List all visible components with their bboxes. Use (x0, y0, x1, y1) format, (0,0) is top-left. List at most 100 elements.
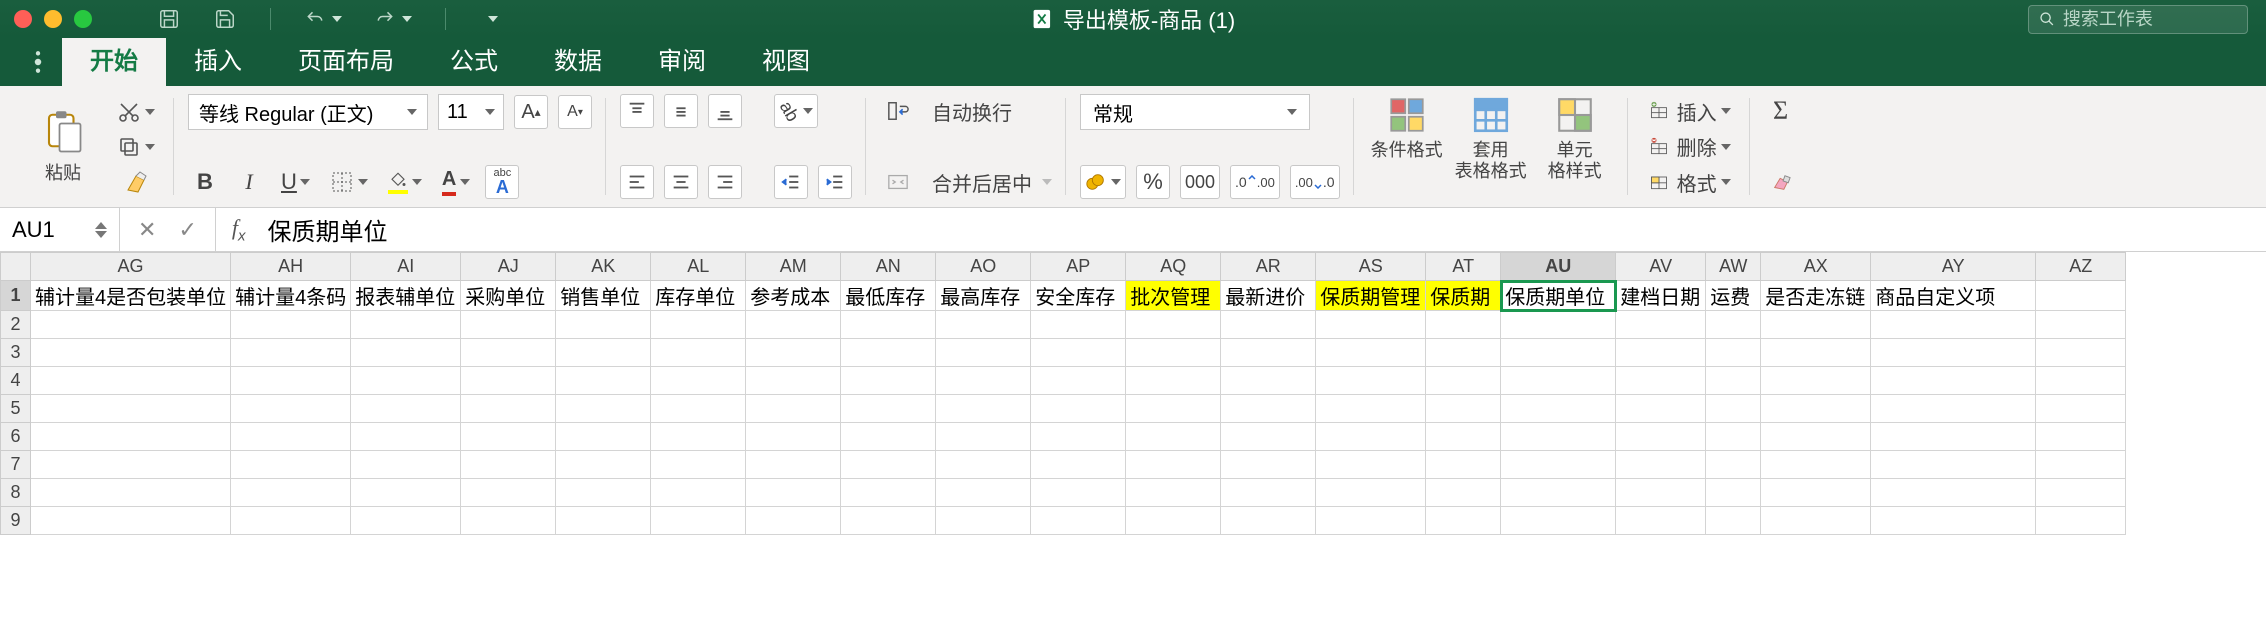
cell-AT8[interactable] (1426, 479, 1501, 507)
cell-AP9[interactable] (1031, 507, 1126, 535)
cell-AW1[interactable]: 运费 (1706, 281, 1761, 311)
increase-decimal-button[interactable]: .0.00 (1230, 165, 1280, 199)
search-sheet-box[interactable] (2028, 5, 2248, 34)
cell-AX1[interactable]: 是否走冻链 (1761, 281, 1871, 311)
align-left-button[interactable] (620, 165, 654, 199)
close-window-button[interactable] (14, 10, 32, 28)
col-header-AI[interactable]: AI (351, 253, 461, 281)
cell-AY3[interactable] (1871, 339, 2036, 367)
cell-AP5[interactable] (1031, 395, 1126, 423)
cell-AL5[interactable] (651, 395, 746, 423)
cell-AU4[interactable] (1501, 367, 1616, 395)
tab-插入[interactable]: 插入 (166, 31, 270, 86)
cell-AP8[interactable] (1031, 479, 1126, 507)
cell-AO6[interactable] (936, 423, 1031, 451)
cell-AV3[interactable] (1616, 339, 1706, 367)
delete-cells-button[interactable]: 删除 (1642, 130, 1736, 164)
cancel-formula-button[interactable]: ✕ (138, 217, 156, 243)
row-header-8[interactable]: 8 (1, 479, 31, 507)
decrease-decimal-button[interactable]: .00.0 (1290, 165, 1340, 199)
cell-AK1[interactable]: 销售单位 (556, 281, 651, 311)
cell-AW2[interactable] (1706, 311, 1761, 339)
tab-页面布局[interactable]: 页面布局 (270, 31, 422, 86)
cell-AT3[interactable] (1426, 339, 1501, 367)
decrease-font-button[interactable]: A▾ (558, 95, 592, 129)
cell-AR2[interactable] (1221, 311, 1316, 339)
cell-AX3[interactable] (1761, 339, 1871, 367)
cell-AW7[interactable] (1706, 451, 1761, 479)
col-header-AG[interactable]: AG (31, 253, 231, 281)
col-header-AW[interactable]: AW (1706, 253, 1761, 281)
apple-menu-button[interactable] (14, 38, 62, 86)
fx-label[interactable]: fx (216, 215, 262, 244)
cell-AI7[interactable] (351, 451, 461, 479)
col-header-AJ[interactable]: AJ (461, 253, 556, 281)
cell-AI2[interactable] (351, 311, 461, 339)
increase-indent-button[interactable] (818, 165, 852, 199)
cell-AP3[interactable] (1031, 339, 1126, 367)
cell-AU9[interactable] (1501, 507, 1616, 535)
col-header-AP[interactable]: AP (1031, 253, 1126, 281)
cell-AN3[interactable] (841, 339, 936, 367)
tab-数据[interactable]: 数据 (526, 31, 630, 86)
cell-AQ2[interactable] (1126, 311, 1221, 339)
cell-AQ4[interactable] (1126, 367, 1221, 395)
minimize-window-button[interactable] (44, 10, 62, 28)
cell-styles-button[interactable]: 单元 格样式 (1536, 94, 1614, 181)
cell-AX6[interactable] (1761, 423, 1871, 451)
cell-AJ3[interactable] (461, 339, 556, 367)
cell-AH3[interactable] (231, 339, 351, 367)
cell-AO7[interactable] (936, 451, 1031, 479)
name-box-stepper[interactable] (95, 222, 107, 238)
cell-AV6[interactable] (1616, 423, 1706, 451)
clear-button[interactable] (1764, 165, 1800, 199)
col-header-AX[interactable]: AX (1761, 253, 1871, 281)
search-sheet-input[interactable] (2063, 9, 2237, 30)
cell-AT6[interactable] (1426, 423, 1501, 451)
font-size-select[interactable]: 11 (438, 94, 504, 130)
cell-AL6[interactable] (651, 423, 746, 451)
currency-button[interactable] (1080, 165, 1126, 199)
col-header-AT[interactable]: AT (1426, 253, 1501, 281)
cell-AH4[interactable] (231, 367, 351, 395)
cell-AP2[interactable] (1031, 311, 1126, 339)
cell-AS1[interactable]: 保质期管理 (1316, 281, 1426, 311)
number-format-select[interactable]: 常规 (1080, 94, 1310, 130)
cell-AK3[interactable] (556, 339, 651, 367)
paste-button[interactable]: 粘贴 (24, 94, 102, 199)
cell-AS6[interactable] (1316, 423, 1426, 451)
cell-AY9[interactable] (1871, 507, 2036, 535)
save-icon[interactable] (208, 2, 242, 36)
cell-AM4[interactable] (746, 367, 841, 395)
cell-AN8[interactable] (841, 479, 936, 507)
cell-AZ2[interactable] (2036, 311, 2126, 339)
cell-AG9[interactable] (31, 507, 231, 535)
row-header-7[interactable]: 7 (1, 451, 31, 479)
cell-AY5[interactable] (1871, 395, 2036, 423)
cell-AQ3[interactable] (1126, 339, 1221, 367)
cell-AY2[interactable] (1871, 311, 2036, 339)
cell-AZ8[interactable] (2036, 479, 2126, 507)
align-bottom-button[interactable] (708, 94, 742, 128)
font-color-button[interactable]: A (437, 165, 475, 199)
cell-AN7[interactable] (841, 451, 936, 479)
cell-AP7[interactable] (1031, 451, 1126, 479)
cell-AO5[interactable] (936, 395, 1031, 423)
cell-AV8[interactable] (1616, 479, 1706, 507)
cell-AX2[interactable] (1761, 311, 1871, 339)
cell-AH8[interactable] (231, 479, 351, 507)
cell-AO3[interactable] (936, 339, 1031, 367)
cell-AX7[interactable] (1761, 451, 1871, 479)
cell-AP1[interactable]: 安全库存 (1031, 281, 1126, 311)
cell-AM2[interactable] (746, 311, 841, 339)
cell-AY1[interactable]: 商品自定义项 (1871, 281, 2036, 311)
cell-AR3[interactable] (1221, 339, 1316, 367)
cell-AG8[interactable] (31, 479, 231, 507)
cell-AX4[interactable] (1761, 367, 1871, 395)
cell-AT1[interactable]: 保质期 (1426, 281, 1501, 311)
cell-AK7[interactable] (556, 451, 651, 479)
align-center-button[interactable] (664, 165, 698, 199)
bold-button[interactable]: B (188, 165, 222, 199)
cell-AN6[interactable] (841, 423, 936, 451)
cell-AV4[interactable] (1616, 367, 1706, 395)
